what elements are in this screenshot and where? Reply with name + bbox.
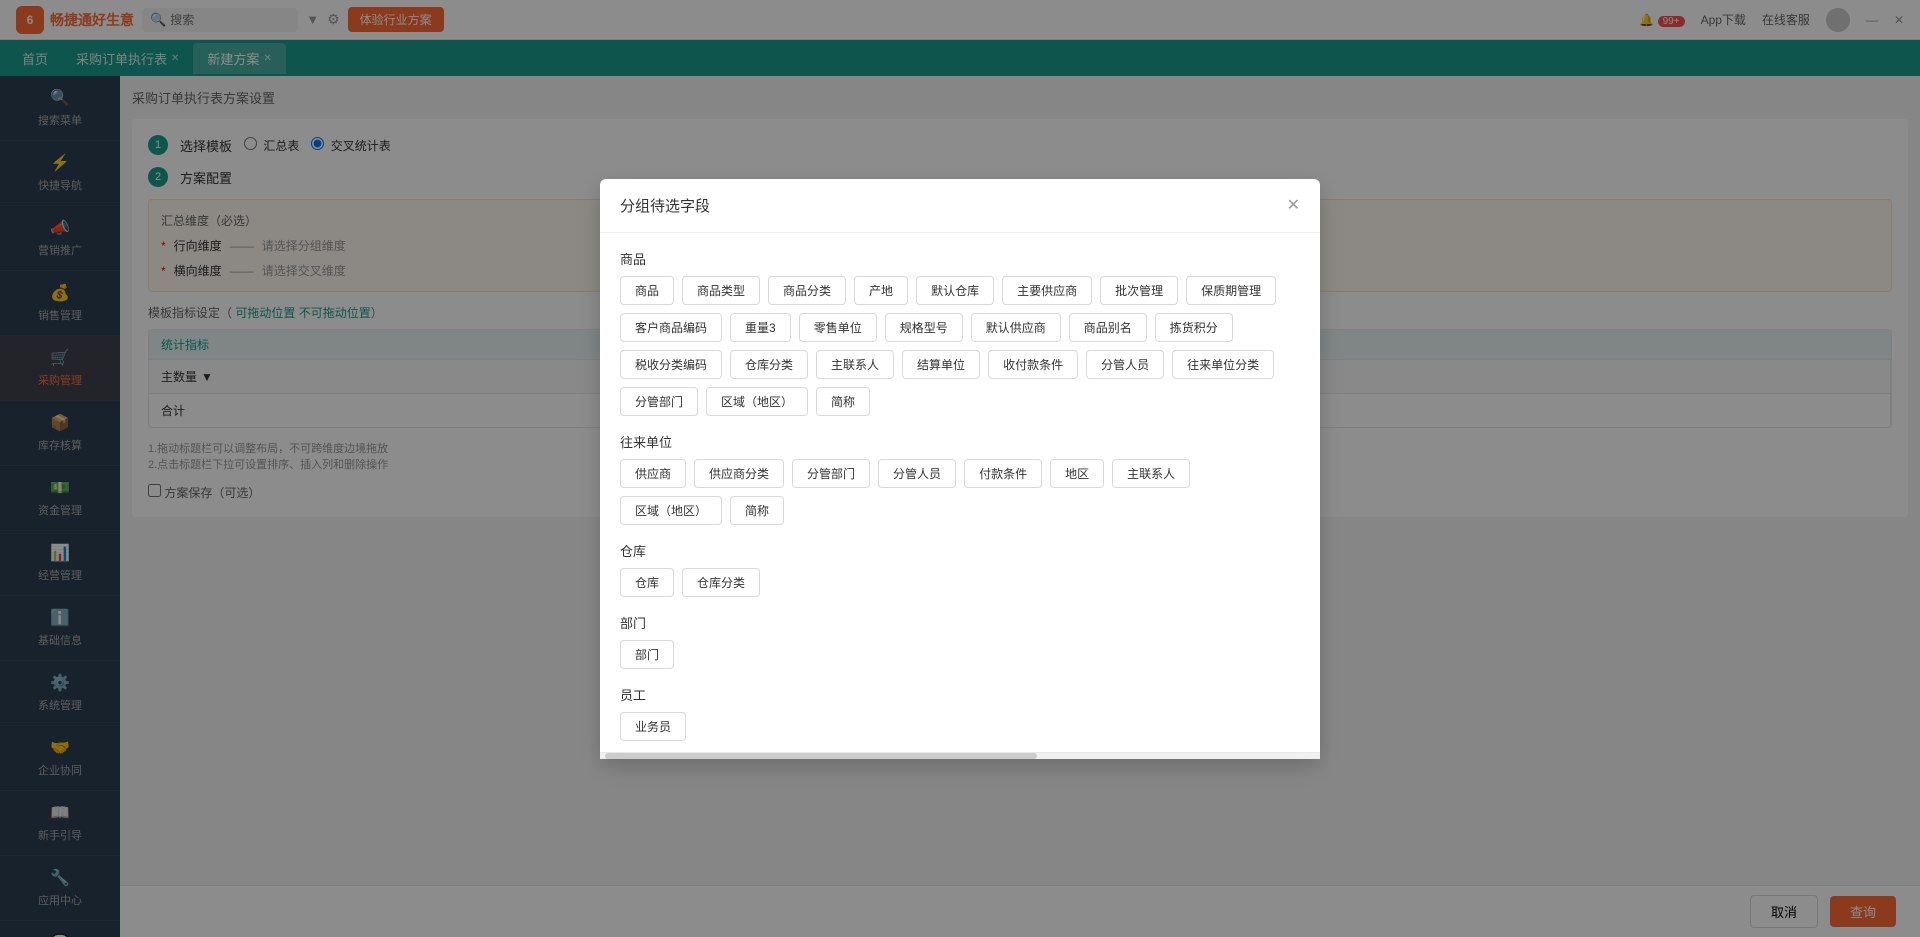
field-tags-1: 供应商供应商分类分管部门分管人员付款条件地区主联系人区域（地区） 简称	[620, 459, 1300, 525]
field-group-title-4: 员工	[620, 685, 1300, 704]
field-tags-2: 仓库仓库分类	[620, 568, 1300, 597]
field-tag-1-8[interactable]: 简称	[730, 496, 784, 525]
field-group-title-2: 仓库	[620, 541, 1300, 560]
field-tag-0-9[interactable]: 重量3	[730, 313, 791, 342]
field-tag-0-7[interactable]: 保质期管理	[1186, 276, 1276, 305]
field-tag-0-14[interactable]: 拣货积分	[1155, 313, 1233, 342]
field-group-title-3: 部门	[620, 613, 1300, 632]
field-tag-0-5[interactable]: 主要供应商	[1002, 276, 1092, 305]
field-tag-1-5[interactable]: 地区	[1050, 459, 1104, 488]
field-tag-0-15[interactable]: 税收分类编码	[620, 350, 722, 379]
field-tag-0-24[interactable]: 简称	[816, 387, 870, 416]
field-group-0: 商品商品商品类型商品分类产地默认仓库主要供应商批次管理保质期管理客户商品编码重量…	[620, 249, 1300, 416]
field-tag-0-22[interactable]: 分管部门	[620, 387, 698, 416]
field-tag-0-12[interactable]: 默认供应商	[971, 313, 1061, 342]
field-tag-0-8[interactable]: 客户商品编码	[620, 313, 722, 342]
field-tag-0-0[interactable]: 商品	[620, 276, 674, 305]
field-tag-1-6[interactable]: 主联系人	[1112, 459, 1190, 488]
field-group-2: 仓库仓库仓库分类	[620, 541, 1300, 597]
field-tag-0-23[interactable]: 区域（地区）	[706, 387, 808, 416]
modal-title: 分组待选字段	[620, 195, 710, 216]
field-tag-0-16[interactable]: 仓库分类	[730, 350, 808, 379]
field-tag-0-19[interactable]: 收付款条件	[988, 350, 1078, 379]
field-tag-1-3[interactable]: 分管人员	[878, 459, 956, 488]
field-tag-0-20[interactable]: 分管人员	[1086, 350, 1164, 379]
field-tag-0-18[interactable]: 结算单位	[902, 350, 980, 379]
field-tag-1-0[interactable]: 供应商	[620, 459, 686, 488]
field-tag-3-0[interactable]: 部门	[620, 640, 674, 669]
modal-scroll-bar	[600, 752, 1320, 759]
field-tag-0-6[interactable]: 批次管理	[1100, 276, 1178, 305]
modal-body: 商品商品商品类型商品分类产地默认仓库主要供应商批次管理保质期管理客户商品编码重量…	[600, 233, 1320, 752]
field-tag-0-3[interactable]: 产地	[854, 276, 908, 305]
field-tags-3: 部门	[620, 640, 1300, 669]
field-group-3: 部门部门	[620, 613, 1300, 669]
field-tag-0-17[interactable]: 主联系人	[816, 350, 894, 379]
field-tags-4: 业务员	[620, 712, 1300, 741]
field-group-1: 往来单位供应商供应商分类分管部门分管人员付款条件地区主联系人区域（地区） 简称	[620, 432, 1300, 525]
field-tags-0: 商品商品类型商品分类产地默认仓库主要供应商批次管理保质期管理客户商品编码重量3 零…	[620, 276, 1300, 416]
field-tag-2-0[interactable]: 仓库	[620, 568, 674, 597]
field-tag-1-7[interactable]: 区域（地区）	[620, 496, 722, 525]
modal-dialog: 分组待选字段 ✕ 商品商品商品类型商品分类产地默认仓库主要供应商批次管理保质期管…	[600, 179, 1320, 759]
field-tag-1-1[interactable]: 供应商分类	[694, 459, 784, 488]
field-tag-2-1[interactable]: 仓库分类	[682, 568, 760, 597]
field-tag-1-2[interactable]: 分管部门	[792, 459, 870, 488]
field-group-title-1: 往来单位	[620, 432, 1300, 451]
field-tag-0-2[interactable]: 商品分类	[768, 276, 846, 305]
field-tag-4-0[interactable]: 业务员	[620, 712, 686, 741]
field-tag-0-10[interactable]: 零售单位	[799, 313, 877, 342]
modal-overlay: 分组待选字段 ✕ 商品商品商品类型商品分类产地默认仓库主要供应商批次管理保质期管…	[0, 0, 1920, 937]
field-group-4: 员工业务员	[620, 685, 1300, 741]
field-tag-0-21[interactable]: 往来单位分类	[1172, 350, 1274, 379]
modal-header: 分组待选字段 ✕	[600, 179, 1320, 233]
modal-close-button[interactable]: ✕	[1287, 195, 1300, 215]
field-tag-1-4[interactable]: 付款条件	[964, 459, 1042, 488]
field-group-title-0: 商品	[620, 249, 1300, 268]
field-tag-0-1[interactable]: 商品类型	[682, 276, 760, 305]
field-tag-0-11[interactable]: 规格型号	[885, 313, 963, 342]
field-tag-0-13[interactable]: 商品别名	[1069, 313, 1147, 342]
field-tag-0-4[interactable]: 默认仓库	[916, 276, 994, 305]
